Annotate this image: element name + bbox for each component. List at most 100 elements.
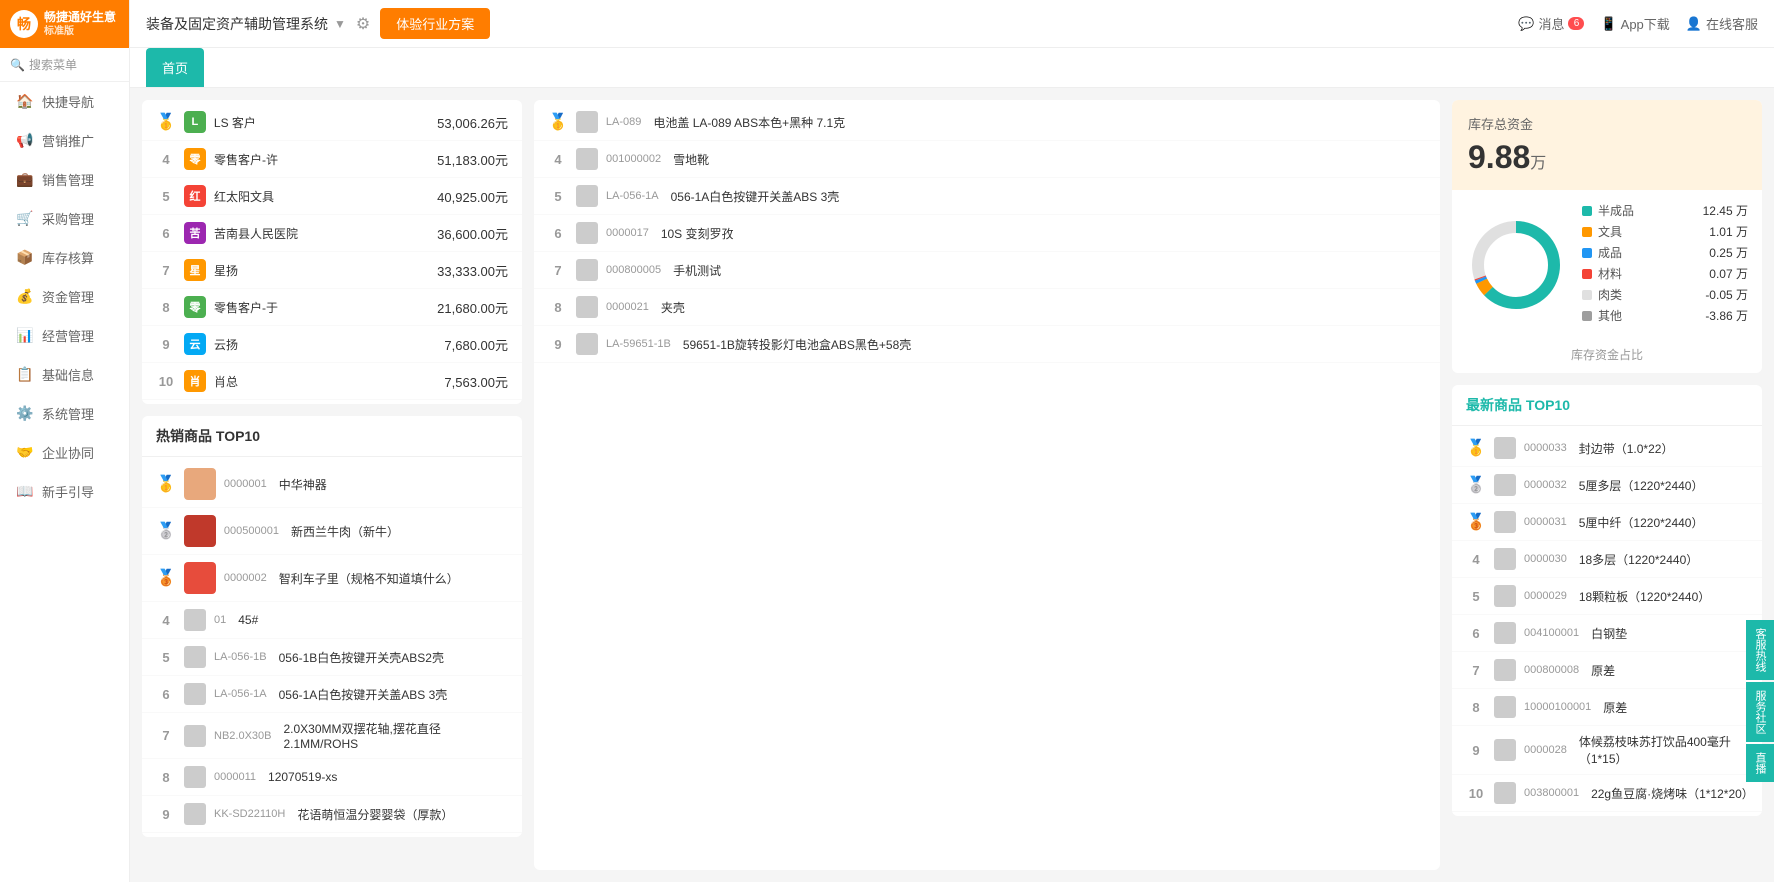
rank-item: 8 零 零售客户-于 21,680.00元 — [142, 289, 522, 326]
online-service-button[interactable]: 👤 在线客服 — [1686, 14, 1758, 33]
medal-bronze-icon: 🥉 — [156, 568, 176, 588]
inventory-title: 库存总资金 — [1468, 114, 1746, 133]
medal-bronze-icon: 🥉 — [1466, 512, 1486, 532]
page-tabs: 首页 — [130, 48, 1774, 88]
float-btn-service[interactable]: 客服热线 — [1746, 620, 1774, 680]
search-icon: 🔍 — [10, 58, 25, 72]
main-area: 装备及固定资产辅助管理系统 ▼ ⚙ 体验行业方案 💬 消息 6 📱 App下载 … — [130, 0, 1774, 882]
new-product-item: 8 10000100001 原差 — [1452, 689, 1762, 726]
customer-badge-2: 零 — [184, 148, 206, 170]
new-product-item: 🥉 0000031 5厘中纤（1220*2440） — [1452, 504, 1762, 541]
sidebar-item-purchase[interactable]: 🛒 采购管理 — [0, 199, 129, 238]
sidebar-item-cooperation[interactable]: 🤝 企业协同 — [0, 433, 129, 472]
home-icon: 🏠 — [16, 93, 34, 110]
inventory-icon: 📦 — [16, 249, 34, 266]
hot-product-item: 4 01 45# — [142, 602, 522, 639]
sidebar-item-shortcuts[interactable]: 🏠 快捷导航 — [0, 82, 129, 121]
product-placeholder-5 — [184, 646, 206, 668]
product-img-5 — [576, 259, 598, 281]
legend-dot-semifinished — [1582, 206, 1592, 216]
product-rank-item: 5 LA-056-1A 056-1A白色按键开关盖ABS 3壳 — [534, 178, 1440, 215]
new-product-img-3 — [1494, 511, 1516, 533]
system-icon: ⚙️ — [16, 405, 34, 422]
inventory-donut-chart — [1466, 215, 1566, 315]
inventory-footer: 库存资金占比 — [1452, 340, 1762, 373]
sidebar-search[interactable]: 🔍 搜索菜单 — [0, 48, 129, 82]
right-column: 库存总资金 9.88万 — [1452, 100, 1762, 870]
new-product-item: 10 003800001 22g鱼豆腐·烧烤味（1*12*20） — [1452, 775, 1762, 812]
basic-info-icon: 📋 — [16, 366, 34, 383]
product-img-4 — [576, 222, 598, 244]
system-title: 装备及固定资产辅助管理系统 ▼ — [146, 14, 346, 34]
inventory-legend: 半成品 12.45 万 文具 1.01 万 成品 0.25 万 — [1582, 202, 1748, 328]
legend-item-meat: 肉类 -0.05 万 — [1582, 286, 1748, 303]
logo-text: 畅捷通好生意 标准版 — [44, 10, 116, 39]
new-products-card: 最新商品 TOP10 🥇 0000033 封边带（1.0*22） 🥈 00000… — [1452, 385, 1762, 816]
medal-silver-icon: 🥈 — [1466, 475, 1486, 495]
trial-button[interactable]: 体验行业方案 — [380, 8, 490, 39]
inventory-amount: 9.88万 — [1468, 139, 1746, 176]
new-product-item: 5 0000029 18颗粒板（1220*2440） — [1452, 578, 1762, 615]
new-product-item: 9 0000028 体候荔枝味苏打饮品400毫升（1*15） — [1452, 726, 1762, 775]
customer-badge-1: L — [184, 111, 206, 133]
sidebar-item-operations[interactable]: 📊 经营管理 — [0, 316, 129, 355]
new-product-img-8 — [1494, 696, 1516, 718]
rank-item: 🥇 L LS 客户 53,006.26元 — [142, 104, 522, 141]
float-btn-community[interactable]: 服务社区 — [1746, 682, 1774, 742]
rank-item: 6 苦 苦南县人民医院 36,600.00元 — [142, 215, 522, 252]
hot-product-item: 9 KK-SD22110H 花语萌恒温分婴婴袋（厚款） — [142, 796, 522, 833]
legend-dot-finished — [1582, 248, 1592, 258]
settings-icon[interactable]: ⚙ — [356, 14, 370, 34]
new-product-item: 7 000800008 原差 — [1452, 652, 1762, 689]
sidebar-item-guide[interactable]: 📖 新手引导 — [0, 472, 129, 511]
message-badge: 6 — [1568, 17, 1584, 30]
float-btn-live[interactable]: 直播 — [1746, 744, 1774, 782]
guide-icon: 📖 — [16, 483, 34, 500]
app-download-button[interactable]: 📱 App下载 — [1600, 14, 1669, 33]
topbar: 装备及固定资产辅助管理系统 ▼ ⚙ 体验行业方案 💬 消息 6 📱 App下载 … — [130, 0, 1774, 48]
new-product-item: 🥇 0000033 封边带（1.0*22） — [1452, 430, 1762, 467]
sidebar-item-sales[interactable]: 💼 销售管理 — [0, 160, 129, 199]
legend-item-stationery: 文具 1.01 万 — [1582, 223, 1748, 240]
new-products-header: 最新商品 TOP10 — [1452, 385, 1762, 426]
hot-product-item: 5 LA-056-1B 056-1B白色按键开关壳ABS2壳 — [142, 639, 522, 676]
product-img-2 — [576, 148, 598, 170]
customer-ranking-card: 🥇 L LS 客户 53,006.26元 4 零 零售客户-许 51,183.0… — [142, 100, 522, 404]
legend-item-finished: 成品 0.25 万 — [1582, 244, 1748, 261]
sidebar-item-system[interactable]: ⚙️ 系统管理 — [0, 394, 129, 433]
product-img-1 — [576, 111, 598, 133]
left-column: 🥇 L LS 客户 53,006.26元 4 零 零售客户-许 51,183.0… — [142, 100, 522, 870]
legend-item-material: 材料 0.07 万 — [1582, 265, 1748, 282]
medal-silver-icon: 🥈 — [156, 521, 176, 541]
float-buttons: 客服热线 服务社区 直播 — [1746, 620, 1774, 782]
product-image-2 — [184, 515, 216, 547]
dropdown-arrow-icon[interactable]: ▼ — [334, 17, 346, 31]
hot-products-header: 热销商品 TOP10 — [142, 416, 522, 457]
sidebar-item-inventory[interactable]: 📦 库存核算 — [0, 238, 129, 277]
legend-dot-stationery — [1582, 227, 1592, 237]
message-icon: 💬 — [1518, 16, 1534, 32]
product-ranking-card: 🥇 LA-089 电池盖 LA-089 ABS本色+黑种 7.1克 4 0010… — [534, 100, 1440, 870]
new-product-img-2 — [1494, 474, 1516, 496]
hot-product-item: 🥉 0000002 智利车子里（规格不知道填什么） — [142, 555, 522, 602]
app-logo: 畅 畅捷通好生意 标准版 — [0, 0, 129, 48]
rank-item: 4 零 零售客户-许 51,183.00元 — [142, 141, 522, 178]
sidebar: 畅 畅捷通好生意 标准版 🔍 搜索菜单 🏠 快捷导航 📢 营销推广 💼 销售管理… — [0, 0, 130, 882]
purchase-icon: 🛒 — [16, 210, 34, 227]
sidebar-item-basic-info[interactable]: 📋 基础信息 — [0, 355, 129, 394]
product-rank-item: 🥇 LA-089 电池盖 LA-089 ABS本色+黑种 7.1克 — [534, 104, 1440, 141]
customer-rank-list: 🥇 L LS 客户 53,006.26元 4 零 零售客户-许 51,183.0… — [142, 100, 522, 404]
finance-icon: 💰 — [16, 288, 34, 305]
message-button[interactable]: 💬 消息 6 — [1518, 14, 1584, 33]
product-placeholder-7 — [184, 725, 206, 747]
product-image-1 — [184, 468, 216, 500]
product-img-7 — [576, 333, 598, 355]
sidebar-item-finance[interactable]: 💰 资金管理 — [0, 277, 129, 316]
inventory-chart-section: 半成品 12.45 万 文具 1.01 万 成品 0.25 万 — [1452, 190, 1762, 340]
product-rank-item: 8 0000021 夹壳 — [534, 289, 1440, 326]
sidebar-nav: 🏠 快捷导航 📢 营销推广 💼 销售管理 🛒 采购管理 📦 库存核算 💰 资金管… — [0, 82, 129, 882]
sidebar-item-marketing[interactable]: 📢 营销推广 — [0, 121, 129, 160]
product-img-3 — [576, 185, 598, 207]
tab-home[interactable]: 首页 — [146, 48, 204, 87]
legend-dot-meat — [1582, 290, 1592, 300]
